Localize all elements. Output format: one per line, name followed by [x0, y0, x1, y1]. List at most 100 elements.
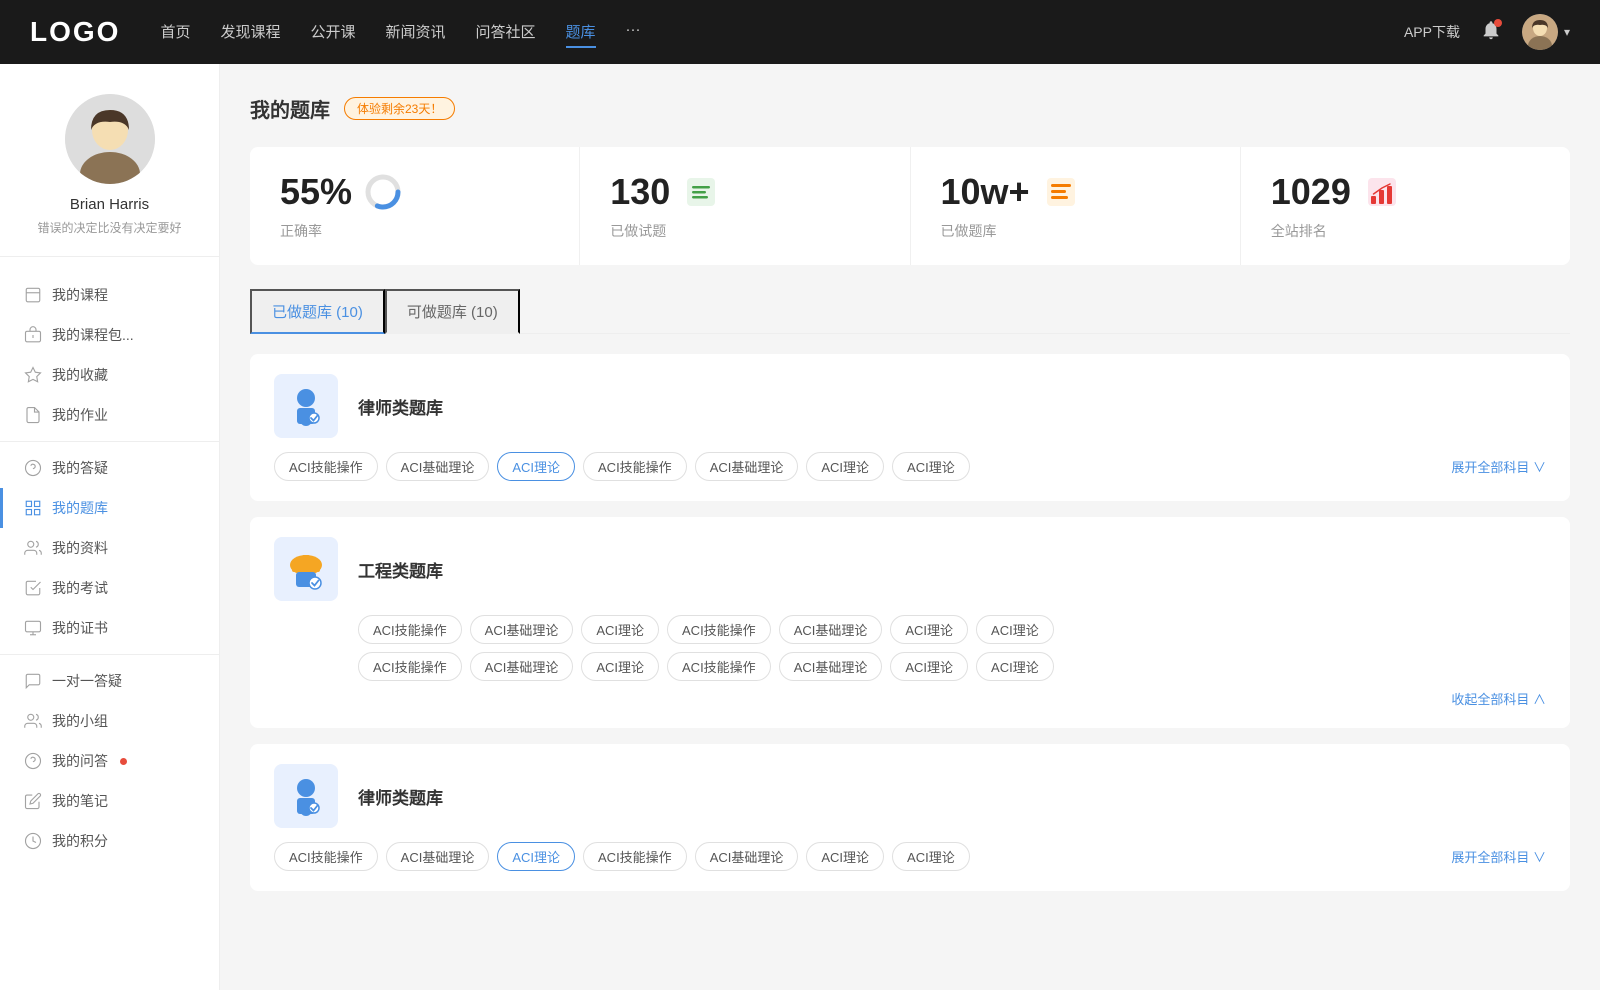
sidebar: Brian Harris 错误的决定比没有决定要好 我的课程 我的课程包... … [0, 64, 220, 990]
collapse-btn[interactable]: 收起全部科目 ∧ [274, 689, 1546, 708]
etag-r1-3[interactable]: ACI技能操作 [667, 615, 771, 644]
sidebar-item-profile[interactable]: 我的资料 [0, 528, 219, 568]
nav-bank[interactable]: 题库 [566, 17, 596, 48]
nav-discover[interactable]: 发现课程 [220, 17, 280, 48]
accuracy-value: 55% [280, 171, 352, 213]
rank-label: 全站排名 [1271, 221, 1540, 241]
bank-card-lawyer-2: 律师类题库 ACI技能操作 ACI基础理论 ACI理论 ACI技能操作 ACI基… [250, 744, 1570, 891]
etag-r2-3[interactable]: ACI技能操作 [667, 652, 771, 681]
etag-r1-4[interactable]: ACI基础理论 [779, 615, 883, 644]
done-banks-label: 已做题库 [941, 221, 1210, 241]
points-icon [24, 832, 42, 850]
navbar: LOGO 首页 发现课程 公开课 新闻资讯 问答社区 题库 ··· APP下载 … [0, 0, 1600, 64]
ltag2-2[interactable]: ACI理论 [497, 842, 575, 871]
sidebar-item-cert[interactable]: 我的证书 [0, 608, 219, 648]
accuracy-icon [364, 173, 402, 211]
profile-icon [24, 539, 42, 557]
page-wrapper: Brian Harris 错误的决定比没有决定要好 我的课程 我的课程包... … [0, 64, 1600, 990]
profile-name: Brian Harris [20, 196, 199, 213]
lawyer-title-1: 律师类题库 [358, 394, 443, 419]
expand-btn-1[interactable]: 展开全部科目 ∨ [1451, 457, 1546, 476]
etag-r1-2[interactable]: ACI理论 [581, 615, 659, 644]
engineer-title: 工程类题库 [358, 557, 443, 582]
sidebar-item-qa[interactable]: 我的答疑 [0, 448, 219, 488]
user-avatar [1522, 14, 1558, 50]
ltag2-0[interactable]: ACI技能操作 [274, 842, 378, 871]
bank-card-lawyer-1: 律师类题库 ACI技能操作 ACI基础理论 ACI理论 ACI技能操作 ACI基… [250, 354, 1570, 501]
profile-motto: 错误的决定比没有决定要好 [20, 219, 199, 236]
rank-value: 1029 [1271, 171, 1351, 213]
lawyer-tags-1: ACI技能操作 ACI基础理论 ACI理论 ACI技能操作 ACI基础理论 AC… [274, 452, 970, 481]
page-header: 我的题库 体验剩余23天！ [250, 94, 1570, 123]
nav-more[interactable]: ··· [626, 17, 641, 48]
etag-r1-6[interactable]: ACI理论 [976, 615, 1054, 644]
tag-5[interactable]: ACI理论 [806, 452, 884, 481]
profile-section: Brian Harris 错误的决定比没有决定要好 [0, 94, 219, 257]
done-questions-label: 已做试题 [610, 221, 879, 241]
sidebar-item-package[interactable]: 我的课程包... [0, 315, 219, 355]
stat-rank: 1029 全站排名 [1241, 147, 1570, 265]
tag-4[interactable]: ACI基础理论 [695, 452, 799, 481]
etag-r2-2[interactable]: ACI理论 [581, 652, 659, 681]
logo: LOGO [30, 16, 120, 48]
etag-r2-6[interactable]: ACI理论 [976, 652, 1054, 681]
tag-1[interactable]: ACI基础理论 [386, 452, 490, 481]
sidebar-item-bank[interactable]: 我的题库 [0, 488, 219, 528]
nav-qa[interactable]: 问答社区 [476, 17, 536, 48]
expand-btn-3[interactable]: 展开全部科目 ∨ [1451, 847, 1546, 866]
main-content: 我的题库 体验剩余23天！ 55% 正确率 [220, 64, 1600, 990]
tag-0[interactable]: ACI技能操作 [274, 452, 378, 481]
sidebar-item-homework[interactable]: 我的作业 [0, 395, 219, 435]
etag-r1-0[interactable]: ACI技能操作 [358, 615, 462, 644]
etag-r2-4[interactable]: ACI基础理论 [779, 652, 883, 681]
ltag2-5[interactable]: ACI理论 [806, 842, 884, 871]
notification-bell[interactable] [1480, 19, 1502, 46]
ltag2-6[interactable]: ACI理论 [892, 842, 970, 871]
sidebar-item-oneonone[interactable]: 一对一答疑 [0, 661, 219, 701]
sidebar-item-favorites[interactable]: 我的收藏 [0, 355, 219, 395]
nav-opencourse[interactable]: 公开课 [310, 17, 355, 48]
exam-icon [24, 579, 42, 597]
tag-2[interactable]: ACI理论 [497, 452, 575, 481]
etag-r1-5[interactable]: ACI理论 [890, 615, 968, 644]
notes-icon [24, 792, 42, 810]
done-banks-icon [1042, 173, 1080, 211]
etag-r2-1[interactable]: ACI基础理论 [470, 652, 574, 681]
page-title: 我的题库 [250, 94, 330, 123]
etag-r1-1[interactable]: ACI基础理论 [470, 615, 574, 644]
stat-done-questions: 130 已做试题 [580, 147, 910, 265]
qanda-icon [24, 752, 42, 770]
rank-icon [1363, 173, 1401, 211]
accuracy-label: 正确率 [280, 221, 549, 241]
sidebar-item-notes[interactable]: 我的笔记 [0, 781, 219, 821]
tag-6[interactable]: ACI理论 [892, 452, 970, 481]
tab-available[interactable]: 可做题库 (10) [385, 289, 520, 334]
sidebar-item-qanda[interactable]: 我的问答 [0, 741, 219, 781]
sidebar-divider-1 [0, 441, 219, 442]
ltag2-3[interactable]: ACI技能操作 [583, 842, 687, 871]
chevron-down-icon: ▾ [1564, 25, 1570, 39]
tag-3[interactable]: ACI技能操作 [583, 452, 687, 481]
homework-icon [24, 406, 42, 424]
done-banks-value: 10w+ [941, 171, 1030, 213]
group-icon [24, 712, 42, 730]
oneonone-icon [24, 672, 42, 690]
sidebar-item-course[interactable]: 我的课程 [0, 275, 219, 315]
star-icon [24, 366, 42, 384]
app-download-button[interactable]: APP下载 [1404, 22, 1460, 42]
etag-r2-5[interactable]: ACI理论 [890, 652, 968, 681]
lawyer-avatar-2 [274, 764, 338, 828]
user-avatar-wrapper[interactable]: ▾ [1522, 14, 1570, 50]
etag-r2-0[interactable]: ACI技能操作 [358, 652, 462, 681]
tab-done[interactable]: 已做题库 (10) [250, 289, 385, 334]
sidebar-item-group[interactable]: 我的小组 [0, 701, 219, 741]
navbar-right: APP下载 ▾ [1404, 14, 1570, 50]
nav-home[interactable]: 首页 [160, 17, 190, 48]
bank-card-engineer: 工程类题库 ACI技能操作 ACI基础理论 ACI理论 ACI技能操作 ACI基… [250, 517, 1570, 728]
sidebar-item-points[interactable]: 我的积分 [0, 821, 219, 861]
sidebar-item-exam[interactable]: 我的考试 [0, 568, 219, 608]
ltag2-4[interactable]: ACI基础理论 [695, 842, 799, 871]
nav-news[interactable]: 新闻资讯 [386, 17, 446, 48]
package-icon [24, 326, 42, 344]
ltag2-1[interactable]: ACI基础理论 [386, 842, 490, 871]
